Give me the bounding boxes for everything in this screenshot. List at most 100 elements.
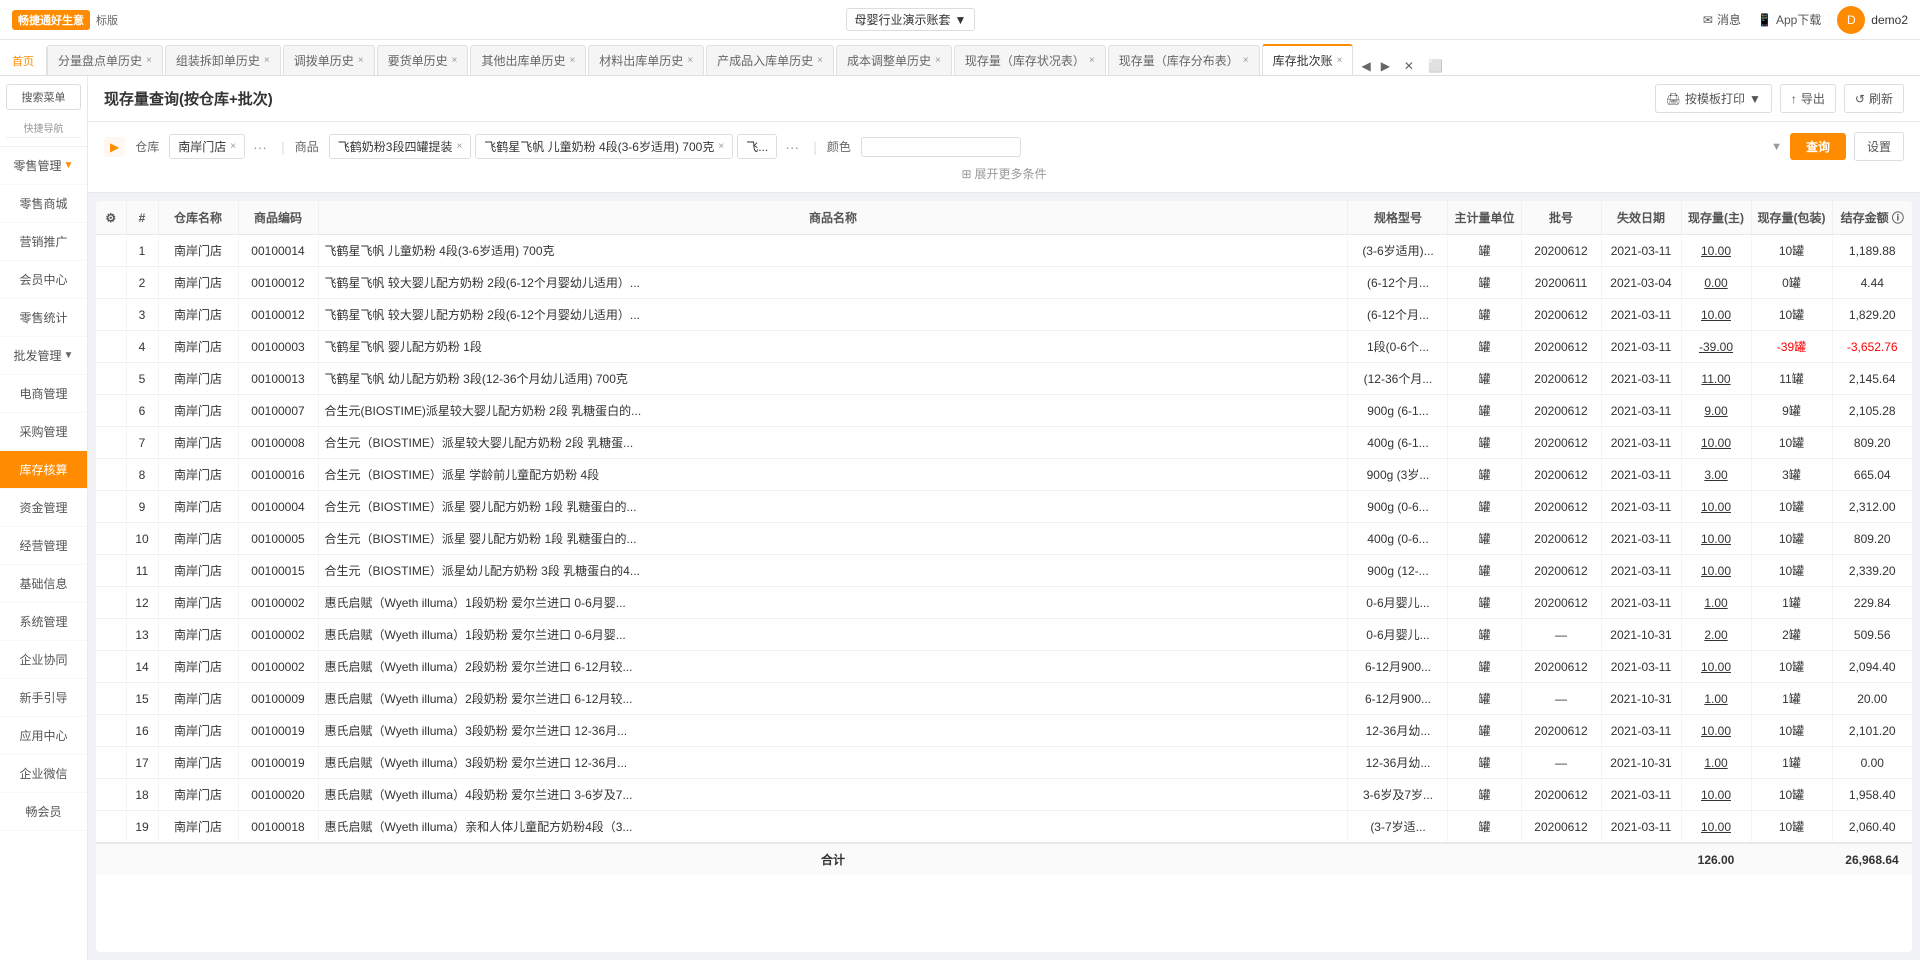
row-batch: 20200611 <box>1521 267 1601 299</box>
tab-close-icon[interactable]: × <box>687 55 693 66</box>
row-stock-main[interactable]: 10.00 <box>1681 235 1751 267</box>
sidebar-item-retail-mgmt[interactable]: 零售管理 ▼ <box>0 147 87 185</box>
sidebar-item-operations[interactable]: 经营管理 <box>0 527 87 565</box>
warehouse-tag-remove[interactable]: × <box>230 141 236 152</box>
chevron-down-icon: ▼ <box>955 13 967 27</box>
tab-close-all-icon[interactable]: ✕ <box>1400 57 1418 75</box>
tab-close-icon[interactable]: × <box>817 55 823 66</box>
tab-diaobo[interactable]: 调拨单历史 × <box>283 45 375 75</box>
tab-close-icon[interactable]: × <box>1089 55 1095 66</box>
product-tag-2[interactable]: 飞鹤星飞帆 儿童奶粉 4段(3-6岁适用) 700克 × <box>475 134 733 159</box>
tab-close-icon[interactable]: × <box>358 55 364 66</box>
settings-btn[interactable]: 设置 <box>1854 132 1904 161</box>
sidebar-item-retail-mall[interactable]: 零售商城 <box>0 185 87 223</box>
row-stock-main[interactable]: 10.00 <box>1681 811 1751 844</box>
tab-close-icon[interactable]: × <box>146 55 152 66</box>
row-stock-main[interactable]: 10.00 <box>1681 523 1751 555</box>
account-dropdown[interactable]: 母婴行业演示账套 ▼ <box>846 8 976 31</box>
row-stock-main[interactable]: 10.00 <box>1681 555 1751 587</box>
tab-next-icon[interactable]: ▶ <box>1377 57 1394 75</box>
row-balance: 2,339.20 <box>1832 555 1912 587</box>
row-stock-main[interactable]: 10.00 <box>1681 299 1751 331</box>
sidebar-item-guide[interactable]: 新手引导 <box>0 679 87 717</box>
product-tag-2-remove[interactable]: × <box>718 141 724 152</box>
tab-qtchuku[interactable]: 其他出库单历史 × <box>470 45 586 75</box>
tab-close-icon[interactable]: × <box>1243 55 1249 66</box>
sidebar-item-retail-stats[interactable]: 零售统计 <box>0 299 87 337</box>
sidebar-item-wholesale-mgmt[interactable]: 批发管理 ▼ <box>0 337 87 375</box>
sidebar-item-member[interactable]: 会员中心 <box>0 261 87 299</box>
sidebar-item-finance[interactable]: 资金管理 <box>0 489 87 527</box>
template-print-btn[interactable]: 🖨 按模板打印 ▼ <box>1655 84 1772 113</box>
sidebar-item-appcenter[interactable]: 应用中心 <box>0 717 87 755</box>
color-input[interactable] <box>861 137 1021 157</box>
row-stock-main[interactable]: 9.00 <box>1681 395 1751 427</box>
export-btn[interactable]: ↑ 导出 <box>1780 84 1836 113</box>
tab-yaohuo[interactable]: 要货单历史 × <box>377 45 469 75</box>
row-stock-main[interactable]: 10.00 <box>1681 427 1751 459</box>
row-stock-main[interactable]: 10.00 <box>1681 491 1751 523</box>
row-batch: — <box>1521 683 1601 715</box>
sidebar-item-inventory[interactable]: 库存核算 <box>0 451 87 489</box>
query-btn[interactable]: 查询 <box>1790 133 1846 160</box>
tab-close-icon[interactable]: × <box>264 55 270 66</box>
product-tag-1-remove[interactable]: × <box>456 141 462 152</box>
tab-close-icon[interactable]: × <box>569 55 575 66</box>
product-more-icon[interactable]: ··· <box>781 137 803 157</box>
tab-close-icon[interactable]: × <box>1337 55 1343 66</box>
tab-fenliangpandian[interactable]: 分量盘点单历史 × <box>47 45 163 75</box>
row-unit: 罐 <box>1448 555 1521 587</box>
tab-zuzhuangchaijian[interactable]: 组装拆卸单历史 × <box>165 45 281 75</box>
message-btn[interactable]: ✉ 消息 <box>1703 11 1741 28</box>
row-num: 6 <box>126 395 158 427</box>
warehouse-tag[interactable]: 南岸门店 × <box>169 134 245 159</box>
row-warehouse: 南岸门店 <box>158 715 238 747</box>
warehouse-more-icon[interactable]: ··· <box>249 137 271 157</box>
user-area[interactable]: D demo2 <box>1837 6 1908 34</box>
tab-chengben[interactable]: 成本调整单历史 × <box>836 45 952 75</box>
col-batch: 批号 <box>1521 201 1601 235</box>
tab-prev-icon[interactable]: ◀ <box>1357 57 1374 75</box>
finance-label: 资金管理 <box>19 499 67 516</box>
tab-clchuku[interactable]: 材料出库单历史 × <box>588 45 704 75</box>
product-tag-3[interactable]: 飞... <box>737 134 777 159</box>
col-settings[interactable]: ⚙ <box>96 201 126 235</box>
sidebar-item-basicinfo[interactable]: 基础信息 <box>0 565 87 603</box>
sidebar-item-marketing[interactable]: 营销推广 <box>0 223 87 261</box>
expand-icon: ⊞ <box>961 167 971 181</box>
refresh-btn[interactable]: ↺ 刷新 <box>1844 84 1904 113</box>
sidebar-item-collaboration[interactable]: 企业协同 <box>0 641 87 679</box>
row-stock-main[interactable]: 1.00 <box>1681 747 1751 779</box>
row-stock-main[interactable]: 1.00 <box>1681 683 1751 715</box>
sidebar-item-system[interactable]: 系统管理 <box>0 603 87 641</box>
sidebar-item-wxwork[interactable]: 企业微信 <box>0 755 87 793</box>
row-stock-main[interactable]: 0.00 <box>1681 267 1751 299</box>
sidebar-item-purchase[interactable]: 采购管理 <box>0 413 87 451</box>
row-expiry: 2021-03-11 <box>1601 331 1681 363</box>
tab-close-icon[interactable]: × <box>452 55 458 66</box>
tab-xiancunliang-kucunzhuang[interactable]: 现存量（库存状况表） × <box>954 45 1106 75</box>
row-stock-main[interactable]: 10.00 <box>1681 715 1751 747</box>
tab-chanchengpin[interactable]: 产成品入库单历史 × <box>706 45 834 75</box>
filter-expand-btn[interactable]: ▶ <box>104 137 125 157</box>
search-menu-btn[interactable]: 搜索菜单 <box>6 84 81 110</box>
row-stock-main[interactable]: 2.00 <box>1681 619 1751 651</box>
row-stock-main[interactable]: 1.00 <box>1681 587 1751 619</box>
row-settings <box>96 587 126 619</box>
row-stock-main[interactable]: 10.00 <box>1681 779 1751 811</box>
sidebar-item-ecommerce[interactable]: 电商管理 <box>0 375 87 413</box>
tab-home[interactable]: 首页 <box>0 47 47 75</box>
row-stock-main[interactable]: 11.00 <box>1681 363 1751 395</box>
expand-more-btn[interactable]: ⊞ 展开更多条件 <box>961 165 1046 182</box>
app-download-btn[interactable]: 📱 App下载 <box>1757 11 1821 28</box>
tab-maximize-icon[interactable]: ⬜ <box>1424 57 1447 75</box>
tab-close-icon[interactable]: × <box>935 55 941 66</box>
row-stock-main[interactable]: 10.00 <box>1681 651 1751 683</box>
tab-kucunpici[interactable]: 库存批次账 × <box>1262 44 1354 75</box>
row-stock-main[interactable]: 3.00 <box>1681 459 1751 491</box>
product-tag-1[interactable]: 飞鹤奶粉3段四罐提装 × <box>329 134 472 159</box>
expand-more-icon[interactable]: ▼ <box>1771 141 1782 153</box>
row-stock-main[interactable]: -39.00 <box>1681 331 1751 363</box>
sidebar-item-changyuaner[interactable]: 畅会员 <box>0 793 87 831</box>
tab-xiancunliang-fenbiao[interactable]: 现存量（库存分布表） × <box>1108 45 1260 75</box>
